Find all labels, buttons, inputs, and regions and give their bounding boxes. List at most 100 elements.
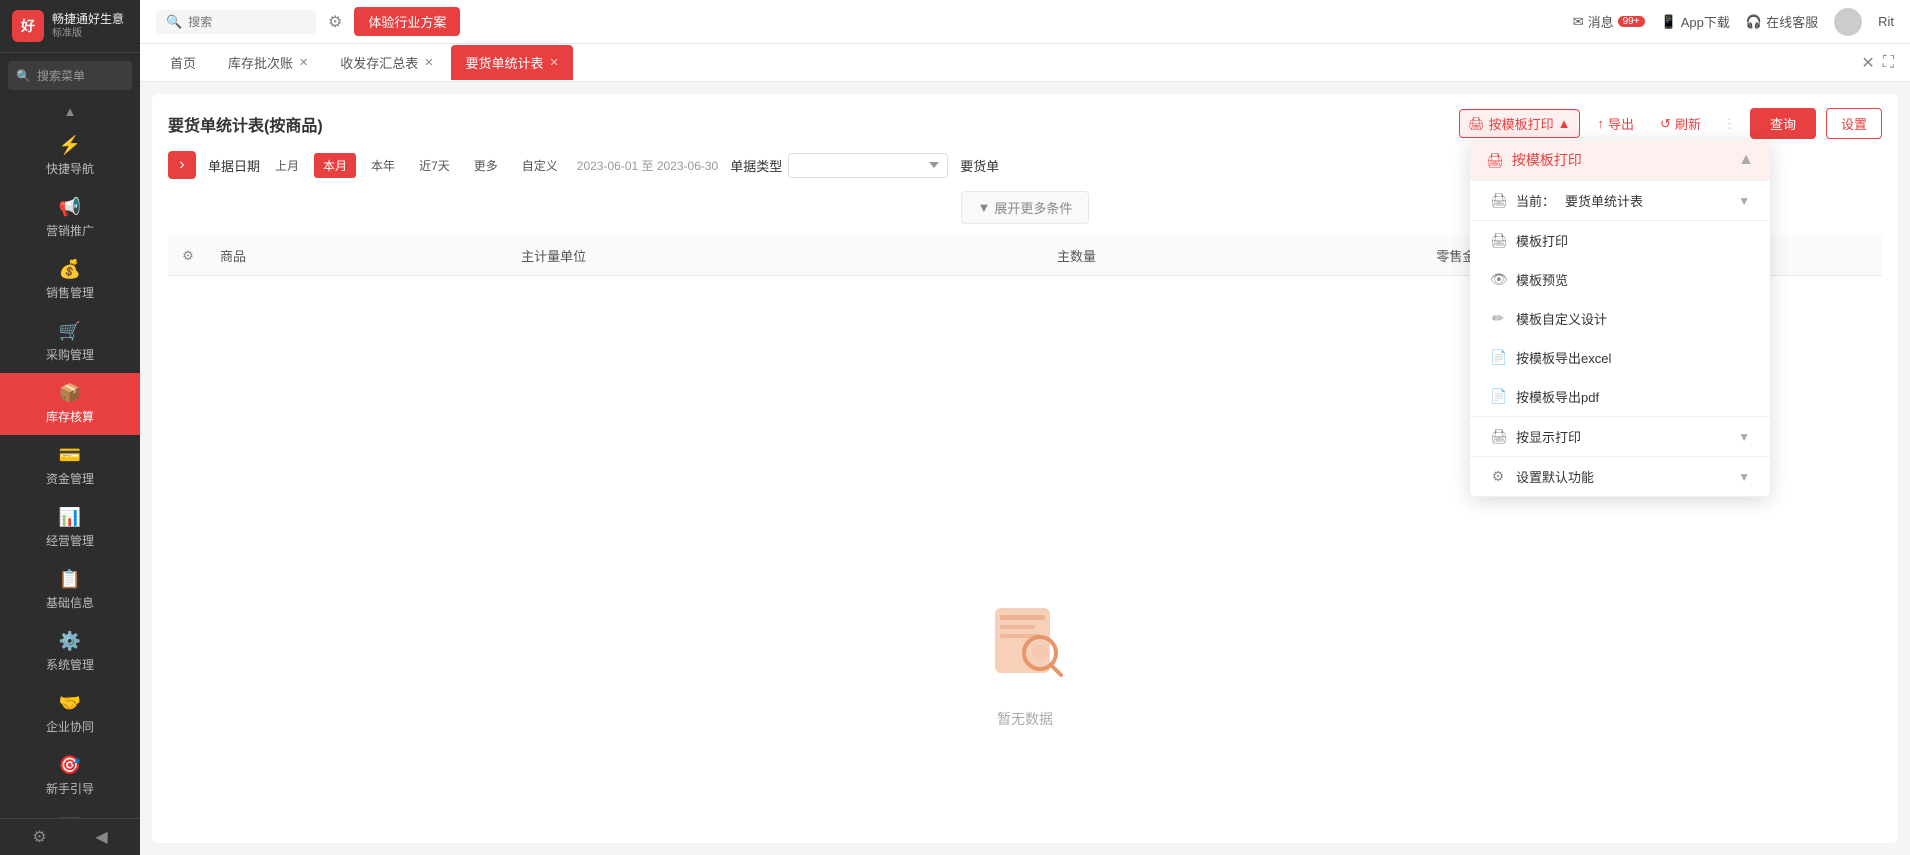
- tab-receivable-summary[interactable]: 收发存汇总表 ✕: [326, 45, 447, 80]
- date-custom[interactable]: 自定义: [513, 153, 567, 178]
- date-range-display: 2023-06-01 至 2023-06-30: [577, 157, 718, 174]
- date-last-7[interactable]: 近7天: [410, 153, 459, 178]
- date-more[interactable]: 更多: [465, 153, 507, 178]
- scroll-up-btn[interactable]: ▲: [0, 98, 140, 125]
- sidebar-item-purchase[interactable]: 🛒 采购管理: [0, 311, 140, 373]
- sidebar-bottom: ⚙ ◀: [0, 818, 140, 855]
- chevron-down-icon: ▼: [978, 200, 991, 215]
- topbar-search-icon: 🔍: [166, 14, 182, 30]
- tab-close-requisition-stats[interactable]: ✕: [550, 56, 559, 69]
- empty-state: 暂无数据: [152, 480, 1898, 844]
- current-prefix: 当前：: [1516, 191, 1555, 210]
- date-prev-month[interactable]: 上月: [266, 153, 308, 178]
- dropdown-item-export-excel[interactable]: 📄 按模板导出excel: [1470, 338, 1770, 377]
- avatar[interactable]: [1834, 8, 1862, 36]
- topbar-search[interactable]: 🔍: [156, 10, 316, 34]
- sidebar-item-guide[interactable]: 🎯 新手引导: [0, 745, 140, 807]
- tab-close-all-btn[interactable]: ✕: [1861, 53, 1874, 73]
- messages-btn[interactable]: ✉ 消息 99+: [1573, 12, 1645, 31]
- export-excel-icon: 📄: [1490, 349, 1506, 366]
- marketing-icon: 📢: [59, 197, 81, 218]
- dropdown-item-template-design[interactable]: ✏ 模板自定义设计: [1470, 299, 1770, 338]
- app-download-btn[interactable]: 📱 App下载: [1661, 12, 1730, 31]
- page-title: 要货单统计表(按商品): [168, 112, 323, 136]
- empty-icon: [975, 593, 1075, 693]
- sidebar-item-collab[interactable]: 🤝 企业协同: [0, 683, 140, 745]
- col-product: 商品: [208, 236, 509, 276]
- sidebar-item-sales[interactable]: 💰 销售管理: [0, 249, 140, 311]
- expand-more-btn[interactable]: ▼ 展开更多条件: [961, 191, 1090, 224]
- dropdown-set-default[interactable]: ⚙ 设置默认功能 ▼: [1470, 457, 1770, 496]
- sidebar-item-system[interactable]: ⚙️ 系统管理: [0, 621, 140, 683]
- filter-expand-btn[interactable]: ›: [168, 151, 196, 179]
- dropdown-display-print[interactable]: 🖨 按显示打印 ▼: [1470, 417, 1770, 456]
- template-design-icon: ✏: [1490, 310, 1506, 327]
- query-btn[interactable]: 查询: [1750, 108, 1816, 139]
- default-chevron-icon: ▼: [1738, 470, 1750, 484]
- tab-close-receivable-summary[interactable]: ✕: [424, 56, 433, 69]
- action-divider: ⋮: [1723, 116, 1736, 132]
- inventory-icon: 📦: [59, 383, 81, 404]
- requisition-filter: 要货单: [960, 156, 999, 175]
- dropdown-header: 🖨 按模板打印 ▲: [1470, 140, 1770, 181]
- date-filter: 单据日期 上月 本月 本年 近7天 更多 自定义 2023-06-01 至 20…: [208, 153, 718, 178]
- settings-icon[interactable]: ⚙: [328, 12, 342, 32]
- table-settings-icon[interactable]: ⚙: [182, 248, 194, 263]
- date-this-month[interactable]: 本月: [314, 153, 356, 178]
- display-chevron-icon: ▼: [1738, 430, 1750, 444]
- sidebar-item-inventory[interactable]: 📦 库存核算: [0, 373, 140, 435]
- doc-type-select[interactable]: [788, 153, 948, 178]
- search-input[interactable]: [188, 15, 306, 29]
- settings-btn[interactable]: 设置: [1826, 108, 1882, 139]
- sidebar-search[interactable]: 🔍 搜索菜单: [8, 61, 132, 90]
- chevron-up-icon: ▲: [1558, 116, 1571, 131]
- settings-bottom-btn[interactable]: ⚙: [32, 827, 46, 847]
- dropdown-default-section: ⚙ 设置默认功能 ▼: [1470, 457, 1770, 497]
- service-icon: 🎧: [1746, 14, 1762, 30]
- date-filter-label: 单据日期: [208, 156, 260, 175]
- print-template-dropdown: 🖨 按模板打印 ▲ 🖨 当前： 要货单统计表 ▼ 🖨 模板打印 👁 模板预览 ✏…: [1470, 140, 1770, 497]
- topbar: 🔍 ⚙ 体验行业方案 ✉ 消息 99+ 📱 App下载 🎧 在线客服 Rit: [140, 0, 1910, 44]
- dropdown-item-template-print[interactable]: 🖨 模板打印: [1470, 221, 1770, 260]
- export-btn[interactable]: ↑ 导出: [1590, 110, 1643, 137]
- sidebar-logo: 好 畅捷通好生意 标准版: [0, 0, 140, 53]
- dropdown-current-template[interactable]: 🖨 当前： 要货单统计表 ▼: [1470, 181, 1770, 220]
- set-default-icon: ⚙: [1490, 468, 1506, 485]
- app-name: 畅捷通好生意 标准版: [52, 11, 124, 42]
- collapse-btn[interactable]: ◀: [95, 827, 107, 847]
- tab-maximize-btn[interactable]: ⛶: [1883, 54, 1894, 72]
- dropdown-default-left: ⚙ 设置默认功能: [1490, 467, 1594, 486]
- download-icon: 📱: [1661, 14, 1677, 30]
- sidebar-item-operation[interactable]: 📊 经营管理: [0, 497, 140, 559]
- doc-type-label: 单据类型: [730, 156, 782, 175]
- sidebar-item-appstore[interactable]: 🔲 应用中心: [0, 807, 140, 818]
- sidebar-item-basic[interactable]: 📋 基础信息: [0, 559, 140, 621]
- sidebar-item-quick-nav[interactable]: ⚡ 快捷导航: [0, 125, 140, 187]
- quick-nav-icon: ⚡: [59, 135, 81, 156]
- tab-requisition-stats[interactable]: 要货单统计表 ✕: [451, 45, 572, 80]
- guide-icon: 🎯: [59, 755, 81, 776]
- dropdown-close-btn[interactable]: ▲: [1738, 151, 1754, 169]
- col-unit: 主计量单位: [509, 236, 1045, 276]
- print-icon: 🖨: [1468, 116, 1485, 132]
- template-print-icon: 🖨: [1490, 232, 1506, 249]
- dropdown-item-export-pdf[interactable]: 📄 按模板导出pdf: [1470, 377, 1770, 416]
- current-template-name: 要货单统计表: [1565, 191, 1643, 210]
- content-header: 要货单统计表(按商品) 🖨 按模板打印 ▲ ↑ 导出 ↺ 刷新: [152, 94, 1898, 139]
- refresh-btn[interactable]: ↺ 刷新: [1652, 110, 1709, 137]
- refresh-icon: ↺: [1660, 116, 1671, 132]
- current-template-icon: 🖨: [1490, 192, 1506, 209]
- dropdown-display-left: 🖨 按显示打印: [1490, 427, 1581, 446]
- trial-btn[interactable]: 体验行业方案: [354, 7, 460, 36]
- print-template-btn[interactable]: 🖨 按模板打印 ▲: [1459, 109, 1579, 138]
- tab-home[interactable]: 首页: [156, 45, 210, 80]
- sidebar-item-finance[interactable]: 💳 资金管理: [0, 435, 140, 497]
- template-preview-icon: 👁: [1490, 271, 1506, 288]
- online-service-btn[interactable]: 🎧 在线客服: [1746, 12, 1818, 31]
- date-this-year[interactable]: 本年: [362, 153, 404, 178]
- tab-close-inventory-batch[interactable]: ✕: [299, 56, 308, 69]
- purchase-icon: 🛒: [59, 321, 81, 342]
- dropdown-item-template-preview[interactable]: 👁 模板预览: [1470, 260, 1770, 299]
- tab-inventory-batch[interactable]: 库存批次账 ✕: [214, 45, 322, 80]
- sidebar-item-marketing[interactable]: 📢 营销推广: [0, 187, 140, 249]
